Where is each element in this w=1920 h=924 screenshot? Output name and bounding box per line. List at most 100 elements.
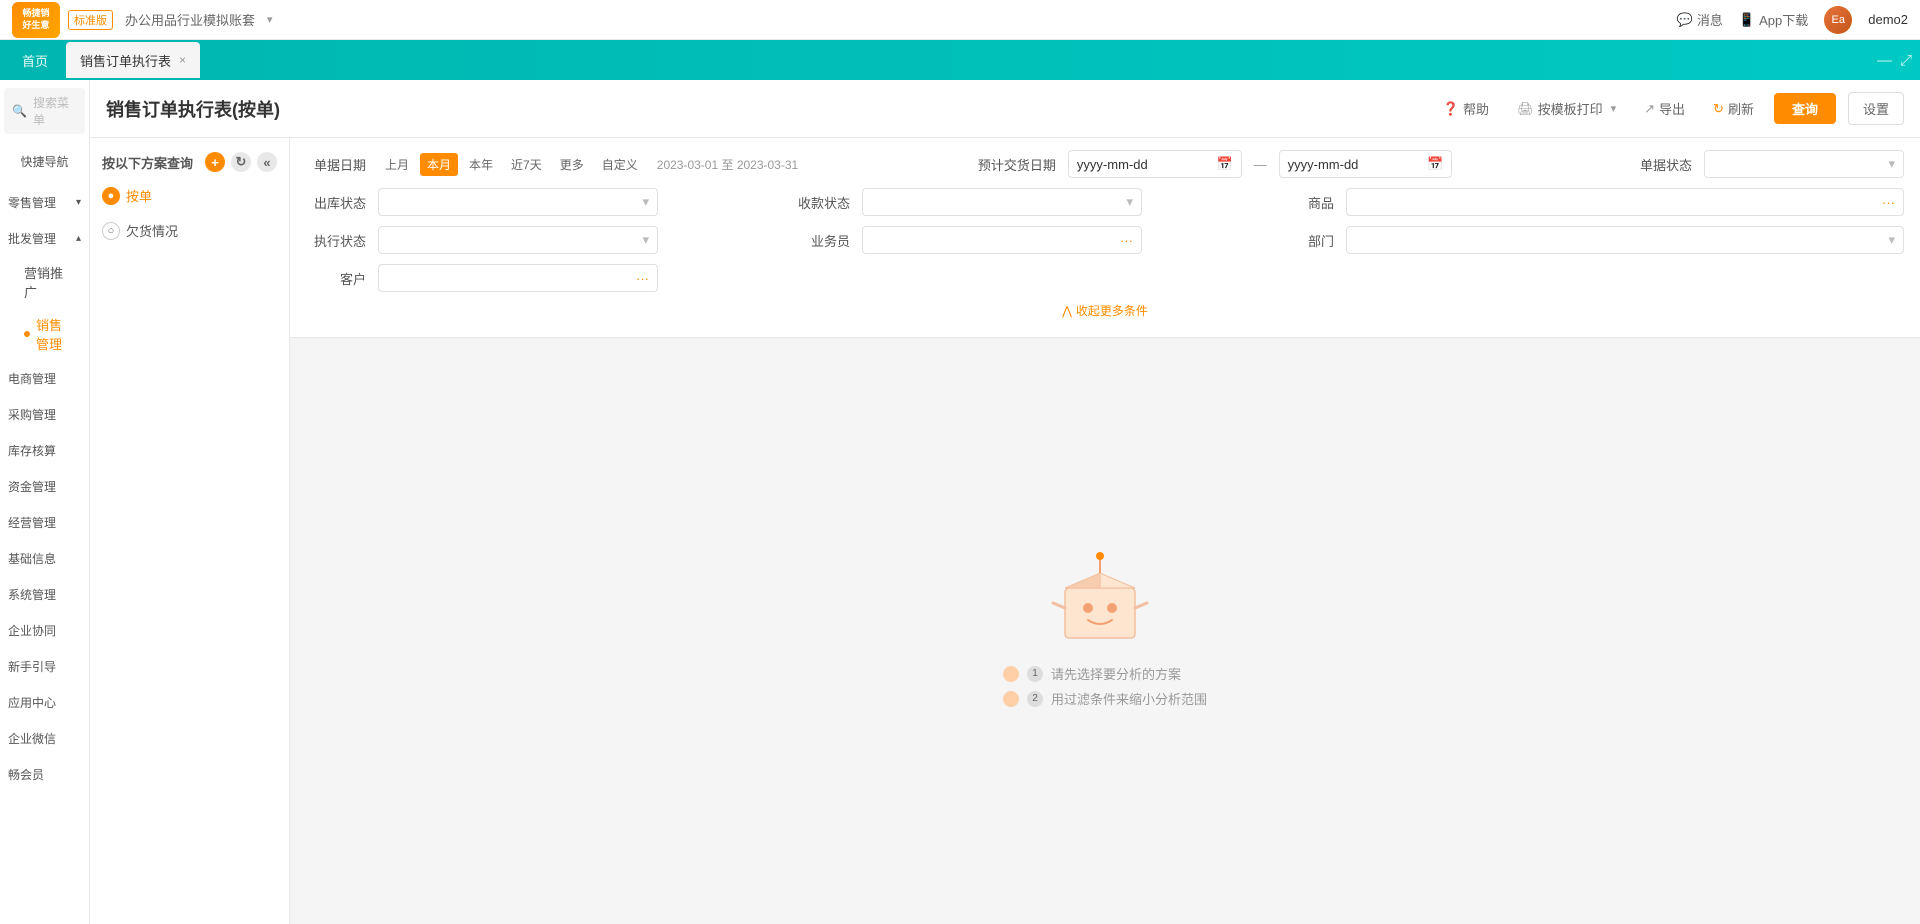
dept-dropdown-icon: ▾ bbox=[1888, 232, 1895, 248]
wholesale-label: 批发管理 bbox=[8, 230, 56, 247]
filter-scheme-header: 按以下方案查询 + ↻ « bbox=[90, 146, 289, 178]
export-button[interactable]: ↗ 导出 bbox=[1636, 95, 1693, 122]
date-btn-custom[interactable]: 自定义 bbox=[595, 153, 645, 176]
quick-nav-label: 快捷导航 bbox=[20, 153, 68, 170]
filter-row-4: 客户 ··· bbox=[306, 264, 1904, 292]
customer-input[interactable]: ··· bbox=[378, 264, 658, 292]
sidebar-item-inventory[interactable]: 库存核算 bbox=[0, 432, 89, 468]
user-name[interactable]: demo2 bbox=[1868, 12, 1908, 27]
sidebar-subitem-sales[interactable]: 销售管理 bbox=[0, 308, 89, 360]
print-label: 按模板打印 bbox=[1538, 99, 1603, 118]
date-btn-current-year[interactable]: 本年 bbox=[462, 153, 500, 176]
exec-label: 执行状态 bbox=[306, 231, 366, 250]
tab-close-button[interactable]: × bbox=[179, 53, 186, 67]
sidebar-item-retail[interactable]: 零售管理 ▾ bbox=[0, 184, 89, 220]
sidebar-subitem-marketing[interactable]: 营销推广 bbox=[0, 256, 89, 308]
expected-date-from-placeholder: yyyy-mm-dd bbox=[1077, 157, 1148, 172]
maximize-icon[interactable]: ⤢ bbox=[1900, 52, 1912, 69]
filter-panel: 按以下方案查询 + ↻ « ● 按单 ○ 欠货情况 bbox=[90, 138, 1920, 924]
refresh-scheme-button[interactable]: ↻ bbox=[231, 152, 251, 172]
app-title-dropdown-icon[interactable]: ▾ bbox=[267, 13, 273, 26]
sidebar-item-basic[interactable]: 基础信息 bbox=[0, 540, 89, 576]
date-btn-last-month[interactable]: 上月 bbox=[378, 153, 416, 176]
collapse-scheme-button[interactable]: « bbox=[257, 152, 277, 172]
filter-form: 单据日期 上月 本月 本年 近7天 更多 自定义 2023-03-01 至 20… bbox=[290, 138, 1920, 338]
empty-hint-1: 1 请先选择要分析的方案 bbox=[1003, 664, 1207, 683]
tab-home[interactable]: 首页 bbox=[8, 45, 62, 75]
dept-select[interactable]: ▾ bbox=[1346, 226, 1904, 254]
date-btn-current-month[interactable]: 本月 bbox=[420, 153, 458, 176]
hint-1-badge: 1 bbox=[1027, 666, 1043, 682]
expected-date-to[interactable]: yyyy-mm-dd 📅 bbox=[1279, 150, 1453, 178]
download-icon: 📱 bbox=[1739, 12, 1755, 28]
header-actions: ❓ 帮助 🖨 按模板打印 ▾ ↗ 导出 ↻ 刷新 bbox=[1435, 92, 1904, 125]
goods-more-icon[interactable]: ··· bbox=[1882, 195, 1895, 210]
sidebar-item-search[interactable]: 🔍 搜索菜单 bbox=[4, 88, 85, 134]
goods-input[interactable]: ··· bbox=[1346, 188, 1904, 216]
top-left: 畅捷销好生意 标准版 办公用品行业模拟账套 ▾ bbox=[12, 2, 273, 38]
sidebar-item-wechat[interactable]: 企业微信 bbox=[0, 720, 89, 756]
print-dropdown-icon[interactable]: ▾ bbox=[1611, 102, 1617, 115]
expected-date-to-placeholder: yyyy-mm-dd bbox=[1288, 157, 1359, 172]
sidebar: 🔍 搜索菜单 快捷导航 零售管理 ▾ 批发管理 ▴ 营销推广 销售管理 电商管理… bbox=[0, 80, 90, 924]
tab-active[interactable]: 销售订单执行表 × bbox=[66, 42, 200, 78]
calendar-icon-1[interactable]: 📅 bbox=[1216, 156, 1232, 172]
calendar-icon-2[interactable]: 📅 bbox=[1427, 156, 1443, 172]
query-button[interactable]: 查询 bbox=[1774, 93, 1836, 124]
sales-label: 销售管理 bbox=[36, 315, 73, 353]
payment-select[interactable]: ▾ bbox=[862, 188, 1142, 216]
sidebar-item-corp[interactable]: 企业协同 bbox=[0, 612, 89, 648]
minimize-icon[interactable]: — bbox=[1877, 52, 1892, 69]
sidebar-item-purchase[interactable]: 采购管理 bbox=[0, 396, 89, 432]
help-icon: ❓ bbox=[1443, 101, 1459, 117]
sidebar-item-ops[interactable]: 经营管理 bbox=[0, 504, 89, 540]
status-select[interactable]: ▾ bbox=[1704, 150, 1904, 178]
filter-row-1: 单据日期 上月 本月 本年 近7天 更多 自定义 2023-03-01 至 20… bbox=[306, 150, 1904, 178]
sidebar-item-ecommerce[interactable]: 电商管理 bbox=[0, 360, 89, 396]
sidebar-item-quick-nav[interactable]: 快捷导航 bbox=[4, 139, 85, 183]
tab-home-label: 首页 bbox=[22, 51, 48, 70]
search-icon: 🔍 bbox=[12, 104, 27, 118]
export-label: 导出 bbox=[1659, 99, 1685, 118]
message-button[interactable]: 💬 消息 bbox=[1677, 10, 1723, 29]
filter-row-3: 执行状态 ▾ 业务员 ··· 部门 bbox=[306, 226, 1904, 254]
corp-label: 企业协同 bbox=[8, 622, 56, 639]
sidebar-item-member[interactable]: 畅会员 bbox=[0, 756, 89, 792]
exec-select[interactable]: ▾ bbox=[378, 226, 658, 254]
customer-more-icon[interactable]: ··· bbox=[636, 271, 649, 286]
scheme-item-by-order[interactable]: ● 按单 bbox=[90, 178, 289, 213]
sidebar-item-system[interactable]: 系统管理 bbox=[0, 576, 89, 612]
filter-right-panel: 单据日期 上月 本月 本年 近7天 更多 自定义 2023-03-01 至 20… bbox=[290, 138, 1920, 924]
finance-label: 资金管理 bbox=[8, 478, 56, 495]
app-logo: 畅捷销好生意 bbox=[12, 2, 60, 38]
expected-date-label: 预计交货日期 bbox=[978, 155, 1056, 174]
date-btn-more[interactable]: 更多 bbox=[553, 153, 591, 176]
refresh-button[interactable]: ↻ 刷新 bbox=[1705, 95, 1762, 122]
page-title-row: 销售订单执行表(按单) ❓ 帮助 🖨 按模板打印 ▾ ↗ 导出 bbox=[106, 92, 1904, 125]
sidebar-item-finance[interactable]: 资金管理 bbox=[0, 468, 89, 504]
outstock-label: 出库状态 bbox=[306, 193, 366, 212]
date-sep: — bbox=[1254, 157, 1267, 172]
add-scheme-button[interactable]: + bbox=[205, 152, 225, 172]
settings-button[interactable]: 设置 bbox=[1848, 92, 1904, 125]
date-btn-7days[interactable]: 近7天 bbox=[504, 153, 549, 176]
collapse-button[interactable]: ⋀ 收起更多条件 bbox=[306, 296, 1904, 325]
scheme-item-shortage[interactable]: ○ 欠货情况 bbox=[90, 213, 289, 248]
appstore-label: 应用中心 bbox=[8, 694, 56, 711]
message-label: 消息 bbox=[1697, 10, 1723, 29]
system-label: 系统管理 bbox=[8, 586, 56, 603]
sidebar-item-newbie[interactable]: 新手引导 bbox=[0, 648, 89, 684]
expected-date-from[interactable]: yyyy-mm-dd 📅 bbox=[1068, 150, 1242, 178]
basic-label: 基础信息 bbox=[8, 550, 56, 567]
outstock-select[interactable]: ▾ bbox=[378, 188, 658, 216]
print-button[interactable]: 🖨 按模板打印 ▾ bbox=[1509, 95, 1624, 122]
sidebar-item-wholesale[interactable]: 批发管理 ▴ bbox=[0, 220, 89, 256]
member-label: 畅会员 bbox=[8, 766, 44, 783]
salesman-more-icon[interactable]: ··· bbox=[1120, 233, 1133, 248]
sidebar-item-appstore[interactable]: 应用中心 bbox=[0, 684, 89, 720]
help-button[interactable]: ❓ 帮助 bbox=[1435, 95, 1497, 122]
app-download-button[interactable]: 📱 App下载 bbox=[1739, 10, 1808, 29]
purchase-label: 采购管理 bbox=[8, 406, 56, 423]
tab-active-label: 销售订单执行表 bbox=[80, 51, 171, 70]
salesman-input[interactable]: ··· bbox=[862, 226, 1142, 254]
